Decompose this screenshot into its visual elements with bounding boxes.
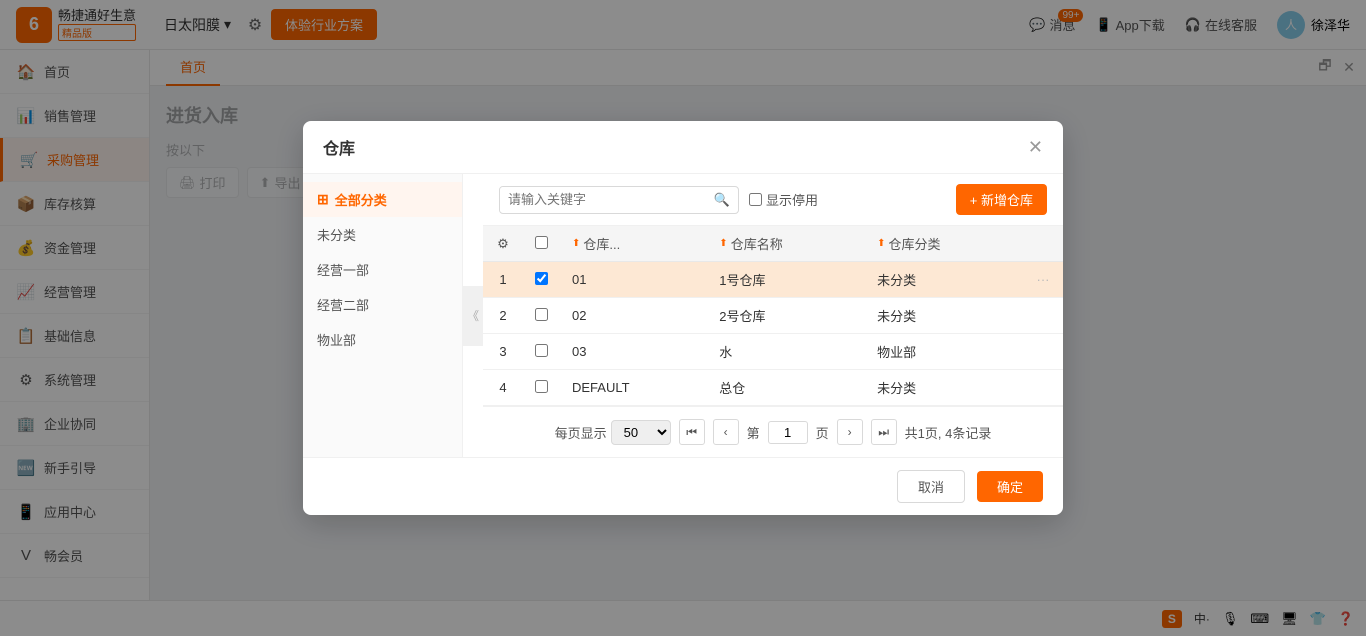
row-select-checkbox[interactable] — [535, 380, 548, 393]
category-item-dept1[interactable]: 经营一部 — [303, 252, 462, 287]
ok-btn[interactable]: 确定 — [977, 471, 1043, 502]
row-index: 3 — [483, 334, 523, 370]
table-header-row: ⚙ ⬆ 仓库... — [483, 226, 1063, 262]
warehouse-table-wrap: ⚙ ⬆ 仓库... — [483, 226, 1063, 406]
row-code: 03 — [560, 334, 707, 370]
row-name: 2号仓库 — [707, 298, 865, 334]
th-category: ⬆ 仓库分类 — [865, 226, 1023, 262]
per-page-dropdown[interactable]: 50 100 200 — [611, 420, 671, 445]
page-suffix: 页 — [816, 423, 829, 442]
th-code-label: 仓库... — [583, 234, 620, 253]
page-prev-btn[interactable]: ‹ — [713, 419, 739, 445]
row-index: 4 — [483, 370, 523, 406]
warehouse-table: ⚙ ⬆ 仓库... — [483, 226, 1063, 406]
th-cat-sort-icon: ⬆ — [877, 238, 885, 249]
th-code: ⬆ 仓库... — [560, 226, 707, 262]
category-all-label: 全部分类 — [335, 190, 387, 209]
th-cat-label: 仓库分类 — [889, 234, 941, 253]
modal-footer: 取消 确定 — [303, 457, 1063, 515]
cancel-btn[interactable]: 取消 — [897, 470, 965, 503]
page-input[interactable] — [768, 421, 808, 444]
table-row[interactable]: 2 02 2号仓库 未分类 — [483, 298, 1063, 334]
row-select-checkbox[interactable] — [535, 308, 548, 321]
grid-icon: ⊞ — [317, 191, 329, 208]
row-code: 01 — [560, 262, 707, 298]
per-page-label: 每页显示 — [555, 423, 607, 442]
warehouse-modal: 仓库 ✕ ⊞ 全部分类 未分类 经营一部 经营二部 物业部 — [303, 121, 1063, 515]
total-info: 共1页, 4条记录 — [905, 423, 992, 442]
th-name: ⬆ 仓库名称 — [707, 226, 865, 262]
search-input[interactable] — [500, 187, 706, 212]
modal-main: 🔍 显示停用 + 新增仓库 — [483, 174, 1063, 457]
th-gear: ⚙ — [483, 226, 523, 262]
pagination: 每页显示 50 100 200 ⏮ ‹ 第 页 — [483, 406, 1063, 457]
th-checkbox — [523, 226, 560, 262]
row-category: 物业部 — [865, 334, 1023, 370]
page-label: 第 — [747, 423, 760, 442]
row-name: 1号仓库 — [707, 262, 865, 298]
row-checkbox[interactable] — [523, 262, 560, 298]
app-layout: 🏠 首页 📊 销售管理 🛒 采购管理 📦 库存核算 💰 资金管理 📈 经营管理 … — [0, 50, 1366, 636]
category-item-dept2[interactable]: 经营二部 — [303, 287, 462, 322]
row-checkbox[interactable] — [523, 334, 560, 370]
table-row[interactable]: 4 DEFAULT 总仓 未分类 — [483, 370, 1063, 406]
row-category: 未分类 — [865, 298, 1023, 334]
sidebar-collapse-btn[interactable]: 《 — [463, 286, 483, 346]
row-actions — [1023, 370, 1063, 406]
modal-overlay: 仓库 ✕ ⊞ 全部分类 未分类 经营一部 经营二部 物业部 — [150, 50, 1366, 636]
row-code: 02 — [560, 298, 707, 334]
row-code: DEFAULT — [560, 370, 707, 406]
row-name: 水 — [707, 334, 865, 370]
th-code-sort-icon: ⬆ — [572, 238, 580, 249]
row-actions — [1023, 334, 1063, 370]
category-item-property[interactable]: 物业部 — [303, 322, 462, 357]
row-select-checkbox[interactable] — [535, 344, 548, 357]
show-disabled-checkbox[interactable] — [749, 193, 762, 206]
row-category: 未分类 — [865, 370, 1023, 406]
select-all-checkbox[interactable] — [535, 236, 548, 249]
category-sidebar: ⊞ 全部分类 未分类 经营一部 经营二部 物业部 — [303, 174, 463, 457]
modal-toolbar: 🔍 显示停用 + 新增仓库 — [483, 174, 1063, 226]
th-name-sort-icon: ⬆ — [719, 238, 727, 249]
row-actions: ··· — [1023, 262, 1063, 298]
category-item-none[interactable]: 未分类 — [303, 217, 462, 252]
table-row[interactable]: 1 01 1号仓库 未分类 ··· — [483, 262, 1063, 298]
modal-title: 仓库 — [323, 135, 355, 159]
add-warehouse-btn[interactable]: + 新增仓库 — [956, 184, 1047, 215]
search-icon[interactable]: 🔍 — [706, 187, 738, 213]
main-content: 首页 🗗 ✕ 进货入库 按以下 🖨 打印 ⬆ 导出 ↻ 刷新 查询 设置 — [150, 50, 1366, 636]
page-last-btn[interactable]: ⏭ — [871, 419, 897, 445]
row-index: 1 — [483, 262, 523, 298]
page-size-select: 每页显示 50 100 200 — [555, 420, 671, 445]
row-index: 2 — [483, 298, 523, 334]
table-row[interactable]: 3 03 水 物业部 — [483, 334, 1063, 370]
row-checkbox[interactable] — [523, 370, 560, 406]
page-next-btn[interactable]: › — [837, 419, 863, 445]
modal-close-btn[interactable]: ✕ — [1028, 138, 1043, 156]
th-actions — [1023, 226, 1063, 262]
show-disabled-label: 显示停用 — [749, 190, 818, 209]
page-first-btn[interactable]: ⏮ — [679, 419, 705, 445]
th-name-label: 仓库名称 — [731, 234, 783, 253]
modal-body: ⊞ 全部分类 未分类 经营一部 经营二部 物业部 《 — [303, 174, 1063, 457]
row-select-checkbox[interactable] — [535, 272, 548, 285]
row-actions — [1023, 298, 1063, 334]
row-checkbox[interactable] — [523, 298, 560, 334]
row-name: 总仓 — [707, 370, 865, 406]
modal-header: 仓库 ✕ — [303, 121, 1063, 174]
show-disabled-text: 显示停用 — [766, 190, 818, 209]
search-box: 🔍 — [499, 186, 739, 214]
row-category: 未分类 — [865, 262, 1023, 298]
category-all[interactable]: ⊞ 全部分类 — [303, 182, 462, 217]
